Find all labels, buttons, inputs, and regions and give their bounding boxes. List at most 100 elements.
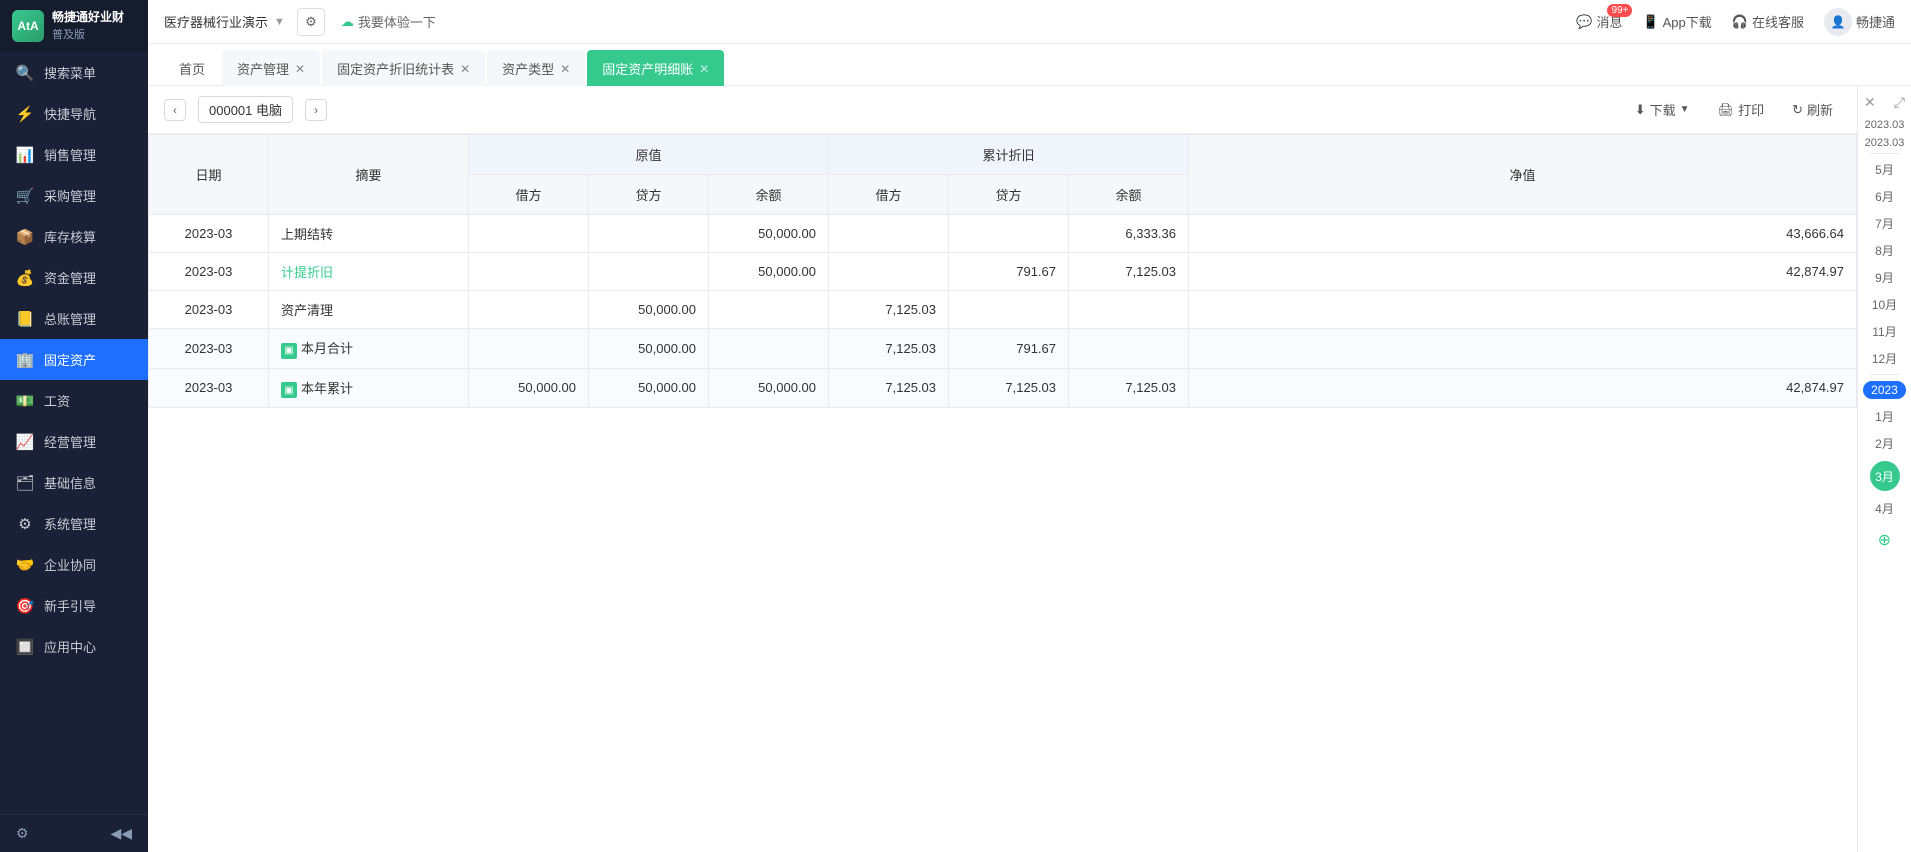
- sidebar-item-app-center[interactable]: 🔲 应用中心: [0, 626, 148, 667]
- sidebar-item-label: 销售管理: [44, 145, 96, 164]
- message-badge: 99+: [1607, 4, 1632, 17]
- timeline-month-1[interactable]: 1月: [1858, 403, 1911, 430]
- timeline-expand-icon[interactable]: ⤢: [1894, 94, 1905, 111]
- cell-orig-debit: 50,000.00: [469, 368, 589, 408]
- th-date: 日期: [149, 135, 269, 215]
- sidebar-item-label: 固定资产: [44, 350, 96, 369]
- tab-close-fixed-detail[interactable]: ✕: [699, 62, 709, 76]
- timeline-month-5[interactable]: 5月: [1858, 156, 1911, 183]
- timeline-year-2023[interactable]: 2023: [1863, 381, 1906, 399]
- tab-fixed-depreciation[interactable]: 固定资产折旧统计表 ✕: [322, 50, 485, 86]
- refresh-btn[interactable]: ↻ 刷新: [1784, 96, 1841, 123]
- download-btn[interactable]: ⬇ 下载 ▼: [1627, 96, 1698, 123]
- cell-accum-debit: [829, 215, 949, 253]
- customer-service-btn[interactable]: 🎧 在线客服: [1732, 12, 1804, 31]
- cell-summary: ▣本月合计: [269, 329, 469, 369]
- app-download-label: App下载: [1663, 12, 1712, 31]
- cell-accum-credit: 791.67: [949, 253, 1069, 291]
- timeline-month-8[interactable]: 8月: [1858, 237, 1911, 264]
- tab-asset-mgmt[interactable]: 资产管理 ✕: [222, 50, 320, 86]
- sidebar-item-search[interactable]: 🔍 搜索菜单: [0, 52, 148, 93]
- sidebar-item-quick-nav[interactable]: ⚡ 快捷导航: [0, 93, 148, 134]
- timeline-month-2[interactable]: 2月: [1858, 430, 1911, 457]
- sidebar-item-enterprise[interactable]: 🤝 企业协同: [0, 544, 148, 585]
- cell-accum-credit: 7,125.03: [949, 368, 1069, 408]
- tab-close-asset-type[interactable]: ✕: [560, 62, 570, 76]
- sidebar-item-label: 系统管理: [44, 514, 96, 533]
- cell-summary: ▣本年累计: [269, 368, 469, 408]
- print-icon: 🖨: [1718, 102, 1735, 118]
- sidebar-item-guide[interactable]: 🎯 新手引导: [0, 585, 148, 626]
- tab-close-fixed-depreciation[interactable]: ✕: [460, 62, 470, 76]
- sidebar-item-label: 新手引导: [44, 596, 96, 615]
- cell-accum-balance: [1069, 329, 1189, 369]
- cell-orig-credit: [589, 253, 709, 291]
- cell-accum-credit: [949, 215, 1069, 253]
- footer-settings-icon[interactable]: ⚙: [16, 825, 29, 842]
- sidebar-item-label: 库存核算: [44, 227, 96, 246]
- timeline-scroll-down[interactable]: ⊕: [1878, 530, 1891, 550]
- sidebar-item-label: 工资: [44, 391, 70, 410]
- timeline-down-icon: ⊕: [1878, 532, 1891, 549]
- customer-service-label: 在线客服: [1752, 12, 1804, 31]
- user-info[interactable]: 👤 畅捷通: [1824, 8, 1895, 36]
- timeline-month-4[interactable]: 4月: [1858, 495, 1911, 522]
- cell-orig-debit: [469, 291, 589, 329]
- app-download-btn[interactable]: 📱 App下载: [1642, 12, 1711, 31]
- tab-asset-type[interactable]: 资产类型 ✕: [487, 50, 585, 86]
- timeline-month-12[interactable]: 12月: [1858, 345, 1911, 372]
- cell-net-value: [1189, 329, 1857, 369]
- sidebar-item-basic-info[interactable]: 🗂 基础信息: [0, 462, 148, 503]
- timeline-month-9[interactable]: 9月: [1858, 264, 1911, 291]
- toolbar-right: ⬇ 下载 ▼ 🖨 打印 ↻ 刷新: [1627, 96, 1841, 123]
- print-btn[interactable]: 🖨 打印: [1710, 96, 1773, 123]
- app-center-icon: 🔲: [16, 638, 34, 656]
- table-row: 2023-03 资产清理 50,000.00 7,125.03: [149, 291, 1857, 329]
- tab-close-asset-mgmt[interactable]: ✕: [295, 62, 305, 76]
- cell-orig-debit: [469, 215, 589, 253]
- message-btn[interactable]: 💬 消息 99+: [1576, 12, 1622, 31]
- company-selector[interactable]: 医疗器械行业演示 ▼: [164, 12, 285, 31]
- sidebar-item-operations[interactable]: 📈 经营管理: [0, 421, 148, 462]
- sidebar-item-payroll[interactable]: 💵 工资: [0, 380, 148, 421]
- page-toolbar: ‹ 000001 电脑 › ⬇ 下载 ▼ 🖨 打印 ↻ 刷新: [148, 86, 1857, 134]
- cell-accum-debit: 7,125.03: [829, 368, 949, 408]
- tab-home[interactable]: 首页: [164, 50, 220, 86]
- footer-collapse-icon[interactable]: ◀◀: [110, 825, 132, 842]
- timeline-year-label-1: 2023.03: [1865, 115, 1905, 133]
- timeline-month-11[interactable]: 11月: [1858, 318, 1911, 345]
- next-arrow[interactable]: ›: [305, 99, 327, 121]
- cell-accum-credit: [949, 291, 1069, 329]
- timeline-month-6[interactable]: 6月: [1858, 183, 1911, 210]
- sidebar-item-fixed-assets[interactable]: 🏢 固定资产: [0, 339, 148, 380]
- sidebar-nav: 🔍 搜索菜单 ⚡ 快捷导航 📊 销售管理 🛒 采购管理 📦 库存核算 💰 资金管…: [0, 52, 148, 814]
- timeline-month-3-active[interactable]: 3月: [1870, 461, 1900, 491]
- payroll-icon: 💵: [16, 392, 34, 410]
- sidebar-item-ledger[interactable]: 📒 总账管理: [0, 298, 148, 339]
- th-original-value: 原值: [469, 135, 829, 175]
- refresh-label: 刷新: [1807, 100, 1833, 119]
- inventory-icon: 📦: [16, 228, 34, 246]
- tab-home-label: 首页: [179, 59, 205, 78]
- sidebar-item-purchase[interactable]: 🛒 采购管理: [0, 175, 148, 216]
- cell-accum-balance: 6,333.36: [1069, 215, 1189, 253]
- detail-table: 日期 摘要 原值 累计折旧 净值 借方 贷方 余额 借方 贷方 余额: [148, 134, 1857, 408]
- timeline-month-10[interactable]: 10月: [1858, 291, 1911, 318]
- experience-btn[interactable]: ☁ 我要体验一下: [341, 12, 436, 31]
- cell-orig-balance: 50,000.00: [709, 253, 829, 291]
- timeline-month-7[interactable]: 7月: [1858, 210, 1911, 237]
- app-name: 畅捷通好业财: [52, 10, 124, 26]
- sidebar-item-inventory[interactable]: 📦 库存核算: [0, 216, 148, 257]
- sidebar-item-funds[interactable]: 💰 资金管理: [0, 257, 148, 298]
- cell-orig-balance: [709, 291, 829, 329]
- sidebar-item-sales[interactable]: 📊 销售管理: [0, 134, 148, 175]
- tab-fixed-detail[interactable]: 固定资产明细账 ✕: [587, 50, 724, 86]
- sidebar-item-sys-manage[interactable]: ⚙ 系统管理: [0, 503, 148, 544]
- sidebar-item-label: 经营管理: [44, 432, 96, 451]
- timeline-top-controls: ✕ ⤢: [1858, 90, 1911, 115]
- prev-arrow[interactable]: ‹: [164, 99, 186, 121]
- th-net-value: 净值: [1189, 135, 1857, 215]
- topbar-settings-btn[interactable]: ⚙: [297, 8, 325, 36]
- cell-accum-balance: [1069, 291, 1189, 329]
- timeline-close-icon[interactable]: ✕: [1864, 94, 1876, 111]
